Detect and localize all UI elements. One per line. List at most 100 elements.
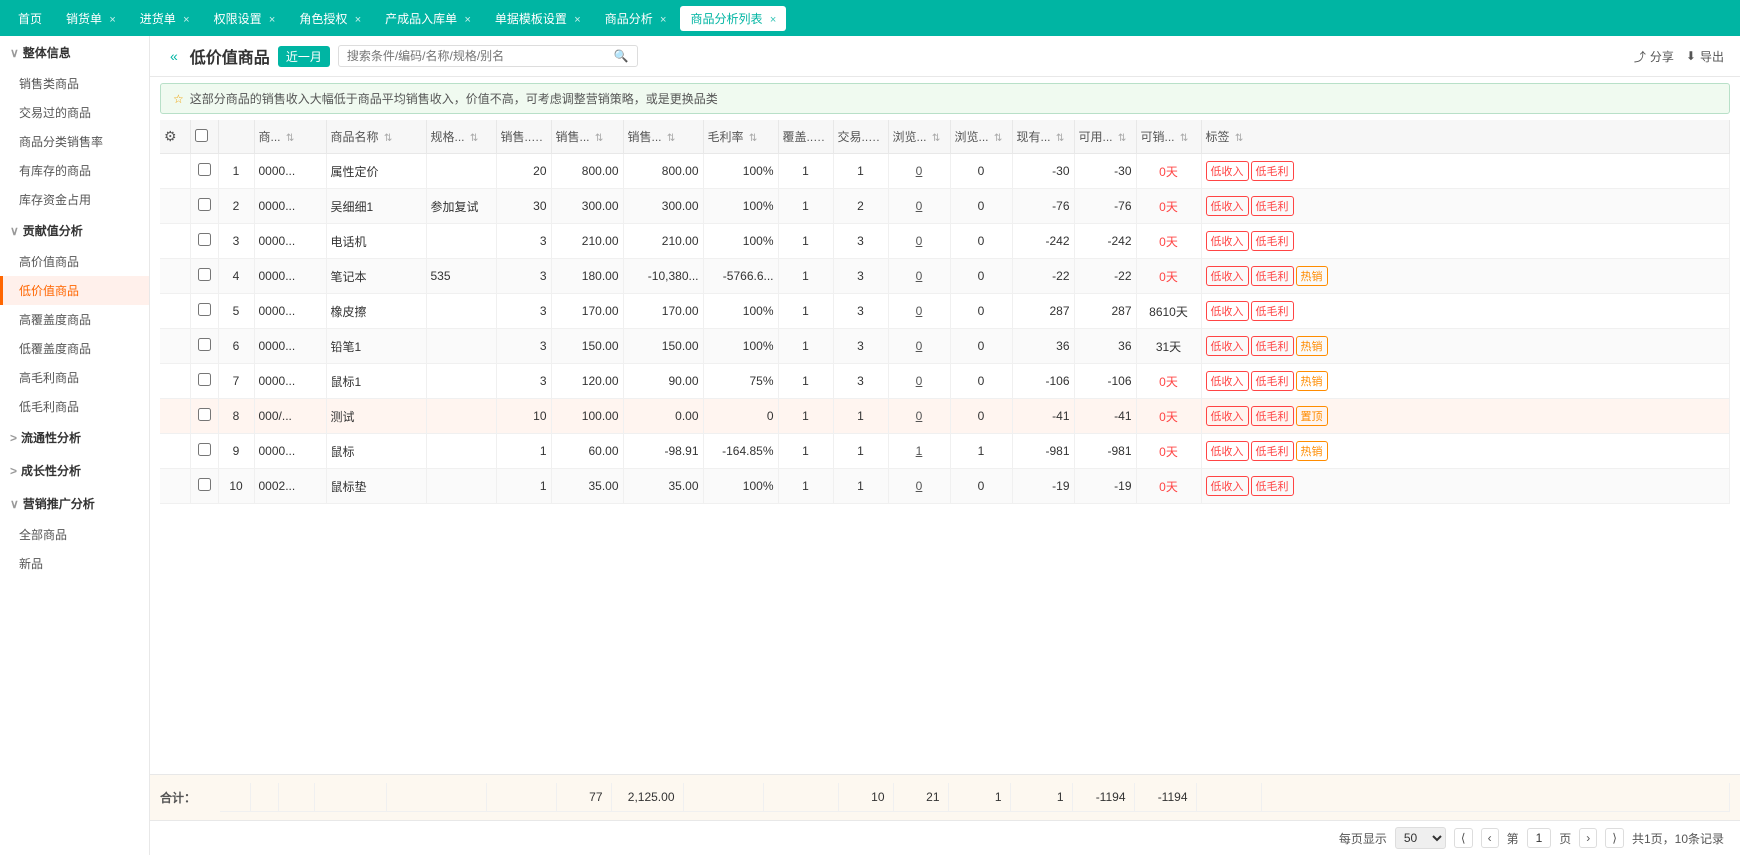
collapse-btn[interactable]: « bbox=[166, 48, 182, 64]
sidebar-item-category-rate[interactable]: 商品分类销售率 bbox=[0, 127, 149, 156]
col-tag-header[interactable]: 标签 ⇅ bbox=[1201, 120, 1730, 154]
row-checkbox-8[interactable] bbox=[198, 443, 211, 456]
sidebar-item-new-products[interactable]: 新品 bbox=[0, 549, 149, 578]
row-checkbox-3[interactable] bbox=[198, 268, 211, 281]
row-checkbox-0[interactable] bbox=[198, 163, 211, 176]
sidebar-item-traded[interactable]: 交易过的商品 bbox=[0, 98, 149, 127]
browse1-link[interactable]: 0 bbox=[916, 269, 923, 283]
search-icon[interactable]: 🔍 bbox=[614, 49, 629, 63]
prev-page-btn[interactable]: ‹ bbox=[1481, 828, 1499, 848]
row-checkbox-5[interactable] bbox=[198, 338, 211, 351]
cell-browse1[interactable]: 1 bbox=[888, 434, 950, 469]
col-browse1-header[interactable]: 浏览... ⇅ bbox=[888, 120, 950, 154]
nav-roles[interactable]: 角色授权 × bbox=[289, 6, 371, 31]
sidebar-group-marketing[interactable]: ∨ 营销推广分析 bbox=[0, 487, 149, 520]
col-name-header[interactable]: 商品名称 ⇅ bbox=[326, 120, 426, 154]
cell-browse1[interactable]: 0 bbox=[888, 364, 950, 399]
cell-browse1[interactable]: 0 bbox=[888, 224, 950, 259]
nav-close-stock[interactable]: × bbox=[464, 14, 470, 26]
cell-browse1[interactable]: 0 bbox=[888, 399, 950, 434]
col-browse2-header[interactable]: 浏览... ⇅ bbox=[950, 120, 1012, 154]
cell-browse1[interactable]: 0 bbox=[888, 294, 950, 329]
sidebar-item-high-value[interactable]: 高价值商品 bbox=[0, 247, 149, 276]
cell-check[interactable] bbox=[190, 364, 218, 399]
sidebar-group-overall[interactable]: ∨ 整体信息 bbox=[0, 36, 149, 69]
select-all-checkbox[interactable] bbox=[195, 129, 208, 142]
nav-permissions[interactable]: 权限设置 × bbox=[204, 6, 286, 31]
browse1-link[interactable]: 0 bbox=[916, 479, 923, 493]
search-input[interactable] bbox=[347, 49, 610, 63]
sidebar-item-sales-products[interactable]: 销售类商品 bbox=[0, 69, 149, 98]
nav-close-roles[interactable]: × bbox=[355, 14, 361, 26]
row-checkbox-9[interactable] bbox=[198, 478, 211, 491]
col-stock1-header[interactable]: 现有... ⇅ bbox=[1012, 120, 1074, 154]
browse1-link[interactable]: 0 bbox=[916, 164, 923, 178]
cell-browse1[interactable]: 0 bbox=[888, 329, 950, 364]
sidebar-item-all-products[interactable]: 全部商品 bbox=[0, 520, 149, 549]
nav-purchase[interactable]: 进货单 × bbox=[130, 6, 200, 31]
row-checkbox-2[interactable] bbox=[198, 233, 211, 246]
cell-check[interactable] bbox=[190, 154, 218, 189]
col-check[interactable] bbox=[190, 120, 218, 154]
col-cover-header[interactable]: 覆盖... ⇅ bbox=[778, 120, 833, 154]
nav-close-sales[interactable]: × bbox=[109, 14, 115, 26]
nav-home[interactable]: 首页 bbox=[8, 6, 52, 31]
nav-close-template[interactable]: × bbox=[574, 14, 580, 26]
row-checkbox-7[interactable] bbox=[198, 408, 211, 421]
col-stock2-header[interactable]: 可用... ⇅ bbox=[1074, 120, 1136, 154]
nav-analysis[interactable]: 商品分析 × bbox=[595, 6, 677, 31]
row-checkbox-6[interactable] bbox=[198, 373, 211, 386]
nav-sales-order[interactable]: 销货单 × bbox=[56, 6, 126, 31]
row-checkbox-4[interactable] bbox=[198, 303, 211, 316]
browse1-link[interactable]: 0 bbox=[916, 409, 923, 423]
sidebar-item-capital[interactable]: 库存资金占用 bbox=[0, 185, 149, 214]
col-sales-avg-header[interactable]: 销售... ⇅ bbox=[623, 120, 703, 154]
col-saleable-header[interactable]: 可销... ⇅ bbox=[1136, 120, 1201, 154]
export-button[interactable]: ⬇ 导出 bbox=[1686, 48, 1724, 65]
last-page-btn[interactable]: ⟩ bbox=[1605, 828, 1624, 848]
cell-check[interactable] bbox=[190, 224, 218, 259]
browse1-link[interactable]: 0 bbox=[916, 304, 923, 318]
browse1-link[interactable]: 0 bbox=[916, 234, 923, 248]
cell-check[interactable] bbox=[190, 469, 218, 504]
time-badge[interactable]: 近一月 bbox=[278, 46, 330, 67]
sidebar-group-growth[interactable]: > 成长性分析 bbox=[0, 454, 149, 487]
col-sales-amt-header[interactable]: 销售... ⇅ bbox=[551, 120, 623, 154]
sidebar-group-contribution[interactable]: ∨ 贡献值分析 bbox=[0, 214, 149, 247]
sidebar-item-low-coverage[interactable]: 低覆盖度商品 bbox=[0, 334, 149, 363]
sidebar-item-in-stock[interactable]: 有库存的商品 bbox=[0, 156, 149, 185]
browse1-link[interactable]: 0 bbox=[916, 339, 923, 353]
cell-check[interactable] bbox=[190, 189, 218, 224]
cell-browse1[interactable]: 0 bbox=[888, 189, 950, 224]
browse1-link[interactable]: 1 bbox=[916, 444, 923, 458]
sidebar-item-high-coverage[interactable]: 高覆盖度商品 bbox=[0, 305, 149, 334]
col-sku-header[interactable]: 商... ⇅ bbox=[254, 120, 326, 154]
col-trade-header[interactable]: 交易... ⇅ bbox=[833, 120, 888, 154]
cell-check[interactable] bbox=[190, 399, 218, 434]
sidebar-item-low-margin[interactable]: 低毛利商品 bbox=[0, 392, 149, 421]
page-size-select[interactable]: 50 100 200 bbox=[1395, 827, 1446, 849]
nav-product-stock[interactable]: 产成品入库单 × bbox=[375, 6, 481, 31]
next-page-btn[interactable]: › bbox=[1579, 828, 1597, 848]
nav-close-analysis-list[interactable]: × bbox=[770, 14, 776, 26]
browse1-link[interactable]: 0 bbox=[916, 199, 923, 213]
cell-check[interactable] bbox=[190, 259, 218, 294]
row-checkbox-1[interactable] bbox=[198, 198, 211, 211]
sidebar-item-low-value[interactable]: 低价值商品 bbox=[0, 276, 149, 305]
browse1-link[interactable]: 0 bbox=[916, 374, 923, 388]
cell-check[interactable] bbox=[190, 294, 218, 329]
sidebar-item-high-margin[interactable]: 高毛利商品 bbox=[0, 363, 149, 392]
cell-check[interactable] bbox=[190, 329, 218, 364]
nav-template[interactable]: 单据模板设置 × bbox=[485, 6, 591, 31]
nav-close-analysis[interactable]: × bbox=[660, 14, 666, 26]
col-spec-header[interactable]: 规格... ⇅ bbox=[426, 120, 496, 154]
cell-browse1[interactable]: 0 bbox=[888, 469, 950, 504]
nav-close-purchase[interactable]: × bbox=[183, 14, 189, 26]
col-settings[interactable]: ⚙ bbox=[160, 120, 190, 154]
nav-close-perm[interactable]: × bbox=[269, 14, 275, 26]
first-page-btn[interactable]: ⟨ bbox=[1454, 828, 1473, 848]
cell-browse1[interactable]: 0 bbox=[888, 154, 950, 189]
share-button[interactable]: ⤴ 分享 bbox=[1634, 48, 1674, 65]
cell-check[interactable] bbox=[190, 434, 218, 469]
sidebar-group-circulation[interactable]: > 流通性分析 bbox=[0, 421, 149, 454]
